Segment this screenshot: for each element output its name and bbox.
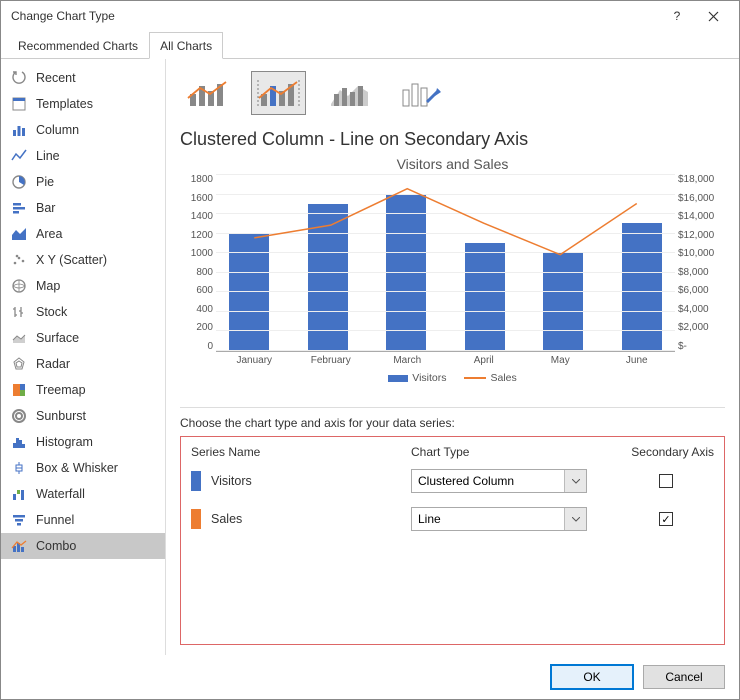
sidebar-item-treemap[interactable]: Treemap: [1, 377, 165, 403]
sidebar-item-recent[interactable]: Recent: [1, 65, 165, 91]
map-icon: [10, 277, 28, 295]
sidebar-item-column[interactable]: Column: [1, 117, 165, 143]
line-icon: [10, 147, 28, 165]
sidebar-item-surface[interactable]: Surface: [1, 325, 165, 351]
close-icon: [708, 11, 719, 22]
histogram-icon: [10, 433, 28, 451]
chart-preview: Visitors and Sales 180016001400120010008…: [180, 156, 725, 408]
col-chart-type: Chart Type: [411, 445, 618, 459]
line-series: [216, 174, 675, 351]
radar-icon: [10, 355, 28, 373]
series-row-sales: Sales Line ✓: [191, 507, 714, 531]
sidebar-item-area[interactable]: Area: [1, 221, 165, 247]
sidebar-item-boxwhisker[interactable]: Box & Whisker: [1, 455, 165, 481]
series-config-prompt: Choose the chart type and axis for your …: [180, 416, 725, 430]
secondary-y-axis: $18,000$16,000$14,000$12,000$10,000$8,00…: [675, 174, 725, 352]
series-swatch: [191, 509, 201, 529]
title-bar: Change Chart Type ?: [1, 1, 739, 31]
x-axis: JanuaryFebruaryMarchAprilMayJune: [180, 352, 725, 366]
col-series-name: Series Name: [191, 445, 411, 459]
secondary-axis-checkbox-sales[interactable]: ✓: [659, 512, 673, 526]
col-secondary-axis: Secondary Axis: [618, 445, 714, 459]
ok-button[interactable]: OK: [551, 665, 633, 689]
combo-subtype-heading: Clustered Column - Line on Secondary Axi…: [180, 129, 725, 150]
sidebar-item-stock[interactable]: Stock: [1, 299, 165, 325]
recent-icon: [10, 69, 28, 87]
area-icon: [10, 225, 28, 243]
chevron-down-icon: [564, 508, 586, 530]
tab-bar: Recommended Charts All Charts: [1, 31, 739, 59]
combo-style-3[interactable]: [322, 71, 377, 115]
sidebar-item-scatter[interactable]: X Y (Scatter): [1, 247, 165, 273]
stock-icon: [10, 303, 28, 321]
sidebar-item-map[interactable]: Map: [1, 273, 165, 299]
pie-icon: [10, 173, 28, 191]
series-swatch: [191, 471, 201, 491]
close-button[interactable]: [695, 2, 731, 30]
combo-style-2[interactable]: [251, 71, 306, 115]
sidebar-item-funnel[interactable]: Funnel: [1, 507, 165, 533]
help-button[interactable]: ?: [659, 2, 695, 30]
tab-recommended-charts[interactable]: Recommended Charts: [7, 32, 149, 59]
sunburst-icon: [10, 407, 28, 425]
sidebar-item-sunburst[interactable]: Sunburst: [1, 403, 165, 429]
cancel-button[interactable]: Cancel: [643, 665, 725, 689]
waterfall-icon: [10, 485, 28, 503]
combo-style-row: [180, 71, 725, 115]
sidebar-item-line[interactable]: Line: [1, 143, 165, 169]
plot-area: [216, 174, 675, 352]
series-row-visitors: Visitors Clustered Column: [191, 469, 714, 493]
sidebar-item-templates[interactable]: Templates: [1, 91, 165, 117]
sidebar-item-pie[interactable]: Pie: [1, 169, 165, 195]
column-icon: [10, 121, 28, 139]
chart-type-select-sales[interactable]: Line: [411, 507, 587, 531]
dialog-footer: OK Cancel: [1, 655, 739, 699]
combo-style-custom[interactable]: [393, 71, 448, 115]
sidebar-item-combo[interactable]: Combo: [1, 533, 165, 559]
sidebar-item-waterfall[interactable]: Waterfall: [1, 481, 165, 507]
window-title: Change Chart Type: [11, 9, 659, 23]
tab-all-charts[interactable]: All Charts: [149, 32, 223, 59]
primary-y-axis: 180016001400120010008006004002000: [180, 174, 216, 352]
funnel-icon: [10, 511, 28, 529]
sidebar-item-histogram[interactable]: Histogram: [1, 429, 165, 455]
secondary-axis-checkbox-visitors[interactable]: [659, 474, 673, 488]
sidebar-item-radar[interactable]: Radar: [1, 351, 165, 377]
combo-style-1[interactable]: [180, 71, 235, 115]
treemap-icon: [10, 381, 28, 399]
boxwhisker-icon: [10, 459, 28, 477]
chevron-down-icon: [564, 470, 586, 492]
series-config-panel: Series Name Chart Type Secondary Axis Vi…: [180, 436, 725, 645]
legend-visitors: Visitors: [388, 372, 446, 384]
chart-type-select-visitors[interactable]: Clustered Column: [411, 469, 587, 493]
scatter-icon: [10, 251, 28, 269]
chart-title: Visitors and Sales: [180, 156, 725, 172]
legend-sales: Sales: [464, 372, 516, 384]
sidebar-item-bar[interactable]: Bar: [1, 195, 165, 221]
combo-icon: [10, 537, 28, 555]
bar-icon: [10, 199, 28, 217]
surface-icon: [10, 329, 28, 347]
chart-legend: Visitors Sales: [180, 372, 725, 384]
templates-icon: [10, 95, 28, 113]
chart-type-sidebar: Recent Templates Column Line Pie Bar Are…: [1, 59, 166, 655]
